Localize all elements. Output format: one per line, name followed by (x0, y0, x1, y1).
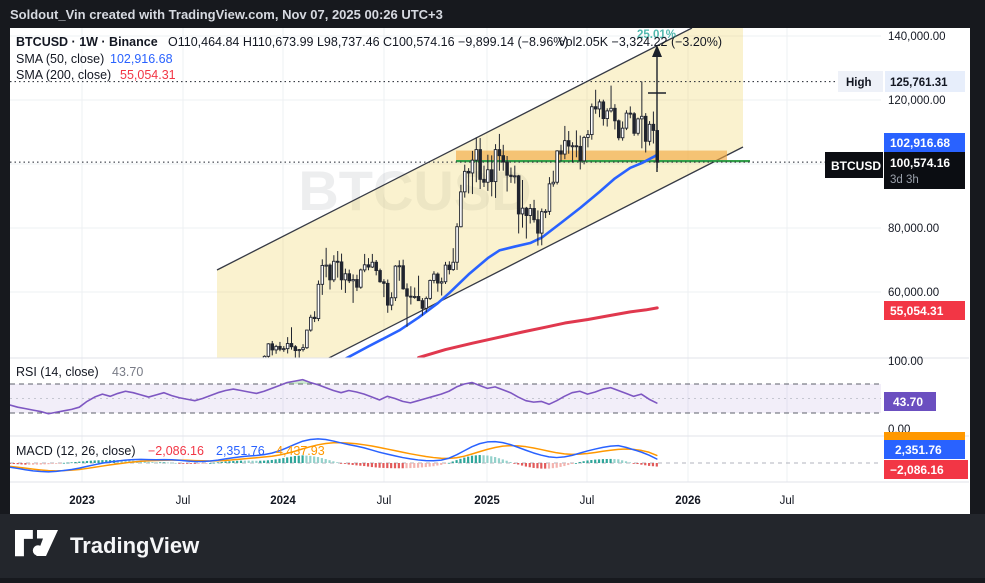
high-value: 125,761.31 (890, 77, 948, 89)
legend-macd-hist-value: −2,086.16 (148, 444, 204, 458)
price-scale-label: 120,000.00 (888, 95, 946, 107)
legend-sma50[interactable]: SMA (50, close) 102,916.68 (16, 52, 173, 66)
attribution-bar: Soldout_Vin created with TradingView.com… (10, 7, 443, 22)
legend-symbol[interactable]: BTCUSD · 1W · Binance (16, 35, 158, 49)
time-axis-month-label: Jul (176, 495, 191, 507)
legend-rsi-label[interactable]: RSI (14, close) (16, 365, 99, 379)
legend-sma50-value: 102,916.68 (110, 52, 173, 66)
footer-logo[interactable]: TradingView (15, 530, 200, 558)
price-scale-label: 140,000.00 (888, 31, 946, 43)
time-axis-month-label: Jul (780, 495, 795, 507)
rsi-pane (10, 380, 881, 414)
sma200-price-badge-text: 55,054.31 (890, 304, 944, 318)
last-price-value: 100,574.16 (890, 156, 950, 170)
legend-sma200-value: 55,054.31 (120, 68, 176, 82)
price-scale-label: 100.00 (888, 356, 923, 368)
footer-brand: TradingView (70, 533, 200, 558)
tradingview-export: Soldout_Vin created with TradingView.com… (0, 0, 985, 578)
time-axis-year-label: 2026 (675, 495, 701, 507)
legend-sma200[interactable]: SMA (200, close) 55,054.31 (16, 68, 176, 82)
legend-ohlc-values: O110,464.84 H110,673.99 L98,737.46 C100,… (168, 35, 569, 49)
legend-rsi-value: 43.70 (112, 365, 143, 379)
time-axis-year-label: 2023 (69, 495, 95, 507)
legend-main[interactable]: BTCUSD · 1W · Binance O110,464.84 H110,6… (16, 35, 722, 49)
time-axis-year-label: 2025 (474, 495, 500, 507)
legend-macd-label[interactable]: MACD (12, 26, close) (16, 444, 135, 458)
sma50-price-badge-text: 102,916.68 (890, 136, 950, 150)
rsi-value-badge-text: 43.70 (893, 395, 923, 409)
chart-svg: Soldout_Vin created with TradingView.com… (0, 0, 985, 578)
macd-value-badge-text: 2,351.76 (895, 443, 942, 457)
legend-macd-signal-value: 4,437.93 (276, 444, 325, 458)
price-scale-label: 60,000.00 (888, 287, 939, 299)
time-axis-year-label: 2024 (270, 495, 296, 507)
time-axis-month-label: Jul (377, 495, 392, 507)
legend-macd-value: 2,351.76 (216, 444, 265, 458)
legend-rsi[interactable]: RSI (14, close) 43.70 (16, 365, 143, 379)
time-axis-month-label: Jul (580, 495, 595, 507)
bar-countdown: 3d 3h (890, 174, 919, 186)
legend-macd[interactable]: MACD (12, 26, close) −2,086.16 2,351.76 … (16, 444, 325, 458)
price-scale-label: 80,000.00 (888, 223, 939, 235)
legend-sma50-label[interactable]: SMA (50, close) (16, 52, 104, 66)
high-label: High (846, 77, 872, 89)
symbol-price-label: BTCUSD (831, 159, 881, 173)
macd-hist-badge-text: −2,086.16 (890, 463, 944, 477)
legend-sma200-label[interactable]: SMA (200, close) (16, 68, 111, 82)
legend-volume: Vol2.05K −3,324.22 (−3.20%) (558, 35, 722, 49)
